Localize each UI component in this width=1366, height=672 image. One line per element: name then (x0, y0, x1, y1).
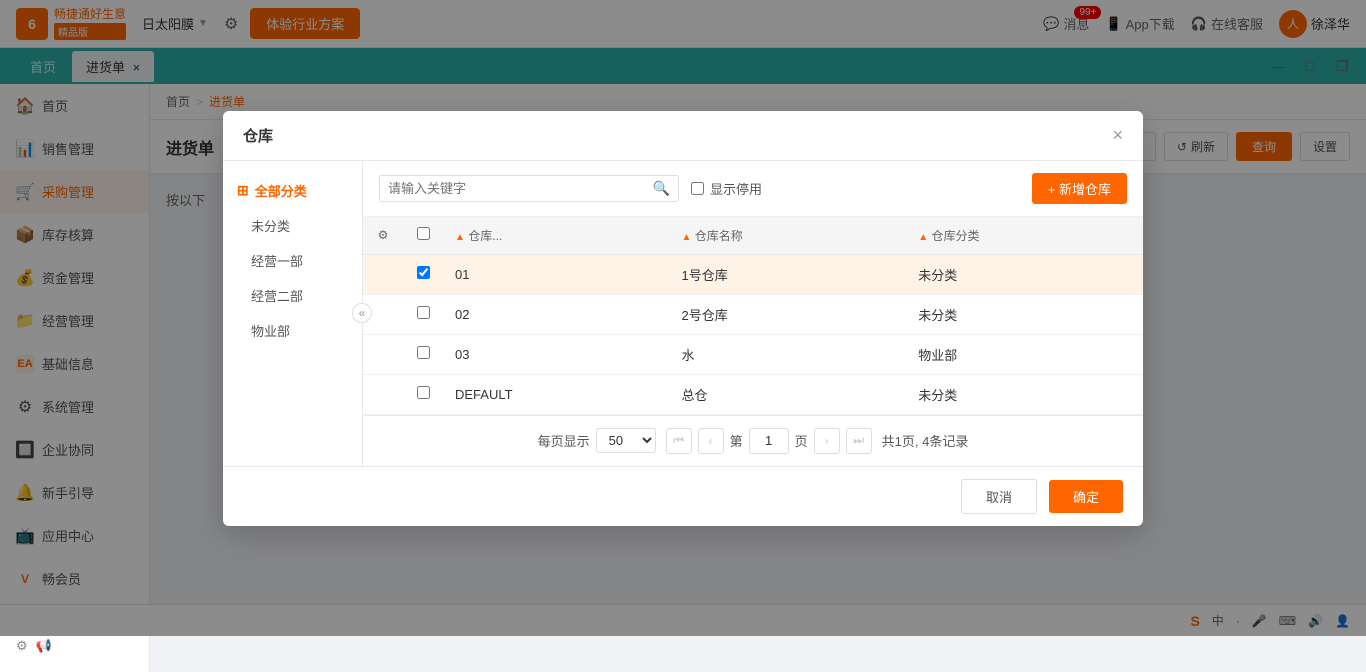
search-input[interactable] (388, 181, 653, 196)
page-total-info: 共1页, 4条记录 (882, 431, 969, 450)
row-cat-4: 未分类 (906, 374, 1143, 414)
dialog-body: ⊞ 全部分类 未分类 经营一部 经营二部 物业部 « 🔍 (223, 161, 1143, 466)
per-page-label: 每页显示 (538, 431, 590, 450)
dialog-main-content: 🔍 显示停用 + 新增仓库 ⚙ (363, 161, 1143, 466)
pagination-nav: ⏮ ‹ 第 页 › ⏭ (666, 428, 872, 454)
dialog-category-sidebar: ⊞ 全部分类 未分类 经营一部 经营二部 物业部 « (223, 161, 363, 466)
row-num-2: 02 (443, 294, 670, 334)
speaker-icon: 📢 (36, 638, 52, 654)
row-action-1 (363, 254, 403, 294)
dialog-pagination: 每页显示 50 100 200 ⏮ ‹ 第 页 › (363, 415, 1143, 466)
cancel-button[interactable]: 取消 (961, 479, 1037, 514)
row-name-1: 1号仓库 (670, 254, 907, 294)
gear-icon: ⚙ (378, 228, 389, 242)
show-disabled-text: 显示停用 (710, 179, 762, 198)
category-ops1[interactable]: 经营一部 (223, 243, 362, 278)
row-check-3 (403, 334, 443, 374)
table-header-row: ⚙ ▲ 仓库... ▲ 仓库名称 ▲ 仓库分类 (363, 217, 1143, 255)
collapse-sidebar-button[interactable]: « (352, 303, 372, 323)
row-checkbox-4[interactable] (417, 386, 430, 399)
settings-bottom-icon: ⚙ (16, 638, 28, 654)
table-row[interactable]: 03 水 物业部 (363, 334, 1143, 374)
confirm-button[interactable]: 确定 (1049, 480, 1123, 513)
dialog-title: 仓库 (243, 125, 273, 146)
row-name-3: 水 (670, 334, 907, 374)
row-name-2: 2号仓库 (670, 294, 907, 334)
row-check-1 (403, 254, 443, 294)
search-icon[interactable]: 🔍 (653, 180, 670, 197)
warehouse-dialog: 仓库 × ⊞ 全部分类 未分类 经营一部 经营二部 物业部 « (223, 111, 1143, 526)
row-cat-2: 未分类 (906, 294, 1143, 334)
row-num-3: 03 (443, 334, 670, 374)
dialog-header: 仓库 × (223, 111, 1143, 161)
table-row[interactable]: 01 1号仓库 未分类 (363, 254, 1143, 294)
category-all[interactable]: ⊞ 全部分类 (223, 173, 362, 208)
sort-name-icon: ▲ (682, 232, 692, 243)
dialog-footer: 取消 确定 (223, 466, 1143, 526)
row-num-4: DEFAULT (443, 374, 670, 414)
page-last-button[interactable]: ⏭ (846, 428, 872, 454)
table-row[interactable]: DEFAULT 总仓 未分类 (363, 374, 1143, 414)
per-page-select[interactable]: 50 100 200 (596, 428, 656, 453)
select-all-checkbox[interactable] (417, 227, 430, 240)
category-all-label: 全部分类 (255, 181, 307, 200)
search-box: 🔍 (379, 175, 679, 202)
table-row[interactable]: 02 2号仓库 未分类 (363, 294, 1143, 334)
row-action-3 (363, 334, 403, 374)
sort-cat-icon: ▲ (918, 232, 928, 243)
row-num-1: 01 (443, 254, 670, 294)
dialog-close-button[interactable]: × (1112, 126, 1123, 144)
row-checkbox-2[interactable] (417, 306, 430, 319)
page-number-input[interactable] (749, 428, 789, 454)
category-unclassified[interactable]: 未分类 (223, 208, 362, 243)
th-category[interactable]: ▲ 仓库分类 (906, 217, 1143, 255)
warehouse-table: ⚙ ▲ 仓库... ▲ 仓库名称 ▲ 仓库分类 (363, 217, 1143, 415)
row-name-4: 总仓 (670, 374, 907, 414)
warehouse-table-wrap: ⚙ ▲ 仓库... ▲ 仓库名称 ▲ 仓库分类 (363, 217, 1143, 415)
page-first-button[interactable]: ⏮ (666, 428, 692, 454)
row-cat-1: 未分类 (906, 254, 1143, 294)
page-next-button[interactable]: › (814, 428, 840, 454)
page-prev-button[interactable]: ‹ (698, 428, 724, 454)
page-suffix: 页 (795, 431, 808, 450)
row-check-2 (403, 294, 443, 334)
th-checkbox (403, 217, 443, 255)
sort-icon: ▲ (455, 232, 465, 243)
row-check-4 (403, 374, 443, 414)
row-checkbox-1[interactable] (417, 266, 430, 279)
modal-overlay[interactable]: 仓库 × ⊞ 全部分类 未分类 经营一部 经营二部 物业部 « (0, 0, 1366, 636)
add-warehouse-button[interactable]: + 新增仓库 (1032, 173, 1127, 204)
th-gear[interactable]: ⚙ (363, 217, 403, 255)
row-action-4 (363, 374, 403, 414)
row-cat-3: 物业部 (906, 334, 1143, 374)
show-disabled-checkbox[interactable] (691, 182, 704, 195)
th-name[interactable]: ▲ 仓库名称 (670, 217, 907, 255)
th-code[interactable]: ▲ 仓库... (443, 217, 670, 255)
dialog-toolbar: 🔍 显示停用 + 新增仓库 (363, 161, 1143, 217)
category-property[interactable]: 物业部 (223, 313, 362, 348)
warehouse-table-body: 01 1号仓库 未分类 02 2号仓库 未分类 (363, 254, 1143, 414)
row-checkbox-3[interactable] (417, 346, 430, 359)
show-disabled-label[interactable]: 显示停用 (691, 179, 762, 198)
grid-icon: ⊞ (237, 182, 249, 199)
page-label: 第 (730, 431, 743, 450)
category-ops2[interactable]: 经营二部 (223, 278, 362, 313)
per-page-selector: 每页显示 50 100 200 (538, 428, 656, 453)
